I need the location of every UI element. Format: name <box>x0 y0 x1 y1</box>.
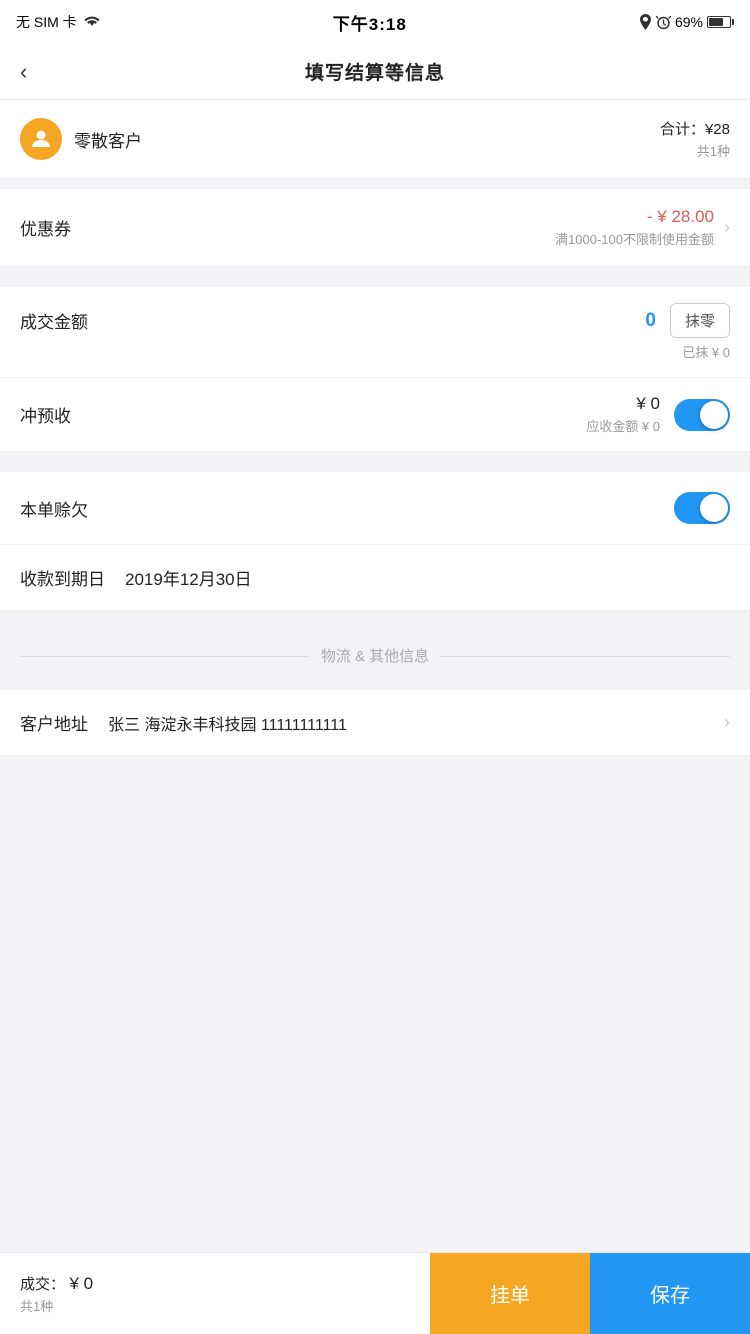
customer-total: 合计：¥28 <box>660 118 730 139</box>
status-right: 69% <box>639 14 734 30</box>
section-header-text: 物流 & 其他信息 <box>309 645 441 666</box>
location-icon <box>639 14 652 30</box>
divider-2 <box>0 462 750 472</box>
debt-row: 本单赊欠 <box>0 472 750 545</box>
prepay-toggle-thumb <box>700 401 728 429</box>
sim-text: 无 SIM 卡 <box>16 12 77 32</box>
customer-count: 共1种 <box>660 141 730 160</box>
hang-button[interactable]: 挂单 <box>430 1253 590 1334</box>
battery-icon <box>707 16 734 28</box>
customer-avatar <box>20 118 62 160</box>
customer-left: 零散客户 <box>20 118 142 160</box>
debt-section: 本单赊欠 收款到期日 2019年12月30日 <box>0 472 750 611</box>
bottom-deal-label: 成交： <box>20 1276 65 1293</box>
address-row[interactable]: 客户地址 张三 海淀永丰科技园 11111111111 › <box>0 690 750 756</box>
prepay-right: ¥ 0 应收金额 ¥ 0 <box>586 394 730 435</box>
alarm-icon <box>656 15 671 30</box>
bottom-info: 成交： ¥ 0 共1种 <box>0 1273 430 1315</box>
debt-toggle-thumb <box>700 494 728 522</box>
section-header-logistics: 物流 & 其他信息 <box>0 631 750 680</box>
coupon-value-block: - ¥ 28.00 满1000-100不限制使用金额 <box>555 207 714 248</box>
customer-row[interactable]: 零散客户 合计：¥28 共1种 <box>0 100 750 179</box>
due-date-row[interactable]: 收款到期日 2019年12月30日 <box>0 545 750 611</box>
nav-title: 填写结算等信息 <box>305 58 445 85</box>
due-date-value: 2019年12月30日 <box>125 565 252 590</box>
deal-amount-label: 成交金额 <box>20 308 88 333</box>
bottom-deal-value: ¥ 0 <box>69 1274 93 1293</box>
deal-amount-right: 0 抹零 <box>645 303 730 338</box>
status-bar: 无 SIM 卡 下午3:18 69% <box>0 0 750 44</box>
divider-4 <box>0 680 750 690</box>
prepay-values: ¥ 0 应收金额 ¥ 0 <box>586 394 660 435</box>
prepay-label: 冲预收 <box>20 402 71 427</box>
coupon-section: 优惠券 - ¥ 28.00 满1000-100不限制使用金额 › <box>0 189 750 267</box>
bottom-bar: 成交： ¥ 0 共1种 挂单 保存 <box>0 1252 750 1334</box>
prepay-val-sub: 应收金额 ¥ 0 <box>586 416 660 435</box>
customer-section: 零散客户 合计：¥28 共1种 <box>0 100 750 179</box>
debt-label: 本单赊欠 <box>20 496 88 521</box>
divider-1 <box>0 277 750 287</box>
coupon-sub: 满1000-100不限制使用金额 <box>555 229 714 248</box>
battery-percent: 69% <box>675 14 703 30</box>
bottom-count: 共1种 <box>20 1296 410 1315</box>
due-date-label: 收款到期日 <box>20 565 105 590</box>
prepay-row: 冲预收 ¥ 0 应收金额 ¥ 0 <box>0 378 750 452</box>
coupon-row[interactable]: 优惠券 - ¥ 28.00 满1000-100不限制使用金额 › <box>0 189 750 267</box>
deal-amount-value: 0 <box>645 310 656 332</box>
coupon-label: 优惠券 <box>20 215 71 240</box>
prepay-val-main: ¥ 0 <box>586 394 660 414</box>
prepay-toggle[interactable] <box>674 399 730 431</box>
customer-right: 合计：¥28 共1种 <box>660 118 730 160</box>
save-button[interactable]: 保存 <box>590 1253 750 1334</box>
deal-amount-sub: 已抹 ¥ 0 <box>20 342 730 361</box>
bottom-deal-row: 成交： ¥ 0 <box>20 1273 410 1294</box>
status-left: 无 SIM 卡 <box>16 12 101 32</box>
debt-toggle[interactable] <box>674 492 730 524</box>
deal-amount-section: 成交金额 0 抹零 已抹 ¥ 0 冲预收 ¥ 0 应收金额 ¥ 0 <box>0 287 750 452</box>
address-value: 张三 海淀永丰科技园 11111111111 <box>108 711 724 735</box>
wifi-icon <box>83 15 101 29</box>
bottom-buttons: 挂单 保存 <box>430 1253 750 1334</box>
nav-bar: ‹ 填写结算等信息 <box>0 44 750 100</box>
deal-amount-row: 成交金额 0 抹零 已抹 ¥ 0 <box>0 287 750 378</box>
back-button[interactable]: ‹ <box>12 51 35 93</box>
main-content: 零散客户 合计：¥28 共1种 优惠券 - ¥ 28.00 满1000-100不… <box>0 100 750 1056</box>
coupon-right: - ¥ 28.00 满1000-100不限制使用金额 › <box>555 207 730 248</box>
moze-button[interactable]: 抹零 <box>670 303 730 338</box>
divider-3 <box>0 621 750 631</box>
empty-space <box>0 766 750 966</box>
coupon-value: - ¥ 28.00 <box>555 207 714 227</box>
coupon-chevron-icon: › <box>724 217 730 238</box>
customer-name: 零散客户 <box>74 127 142 152</box>
address-chevron-icon: › <box>724 712 730 733</box>
status-time: 下午3:18 <box>333 10 407 35</box>
address-section: 客户地址 张三 海淀永丰科技园 11111111111 › <box>0 690 750 756</box>
address-label: 客户地址 <box>20 710 88 735</box>
